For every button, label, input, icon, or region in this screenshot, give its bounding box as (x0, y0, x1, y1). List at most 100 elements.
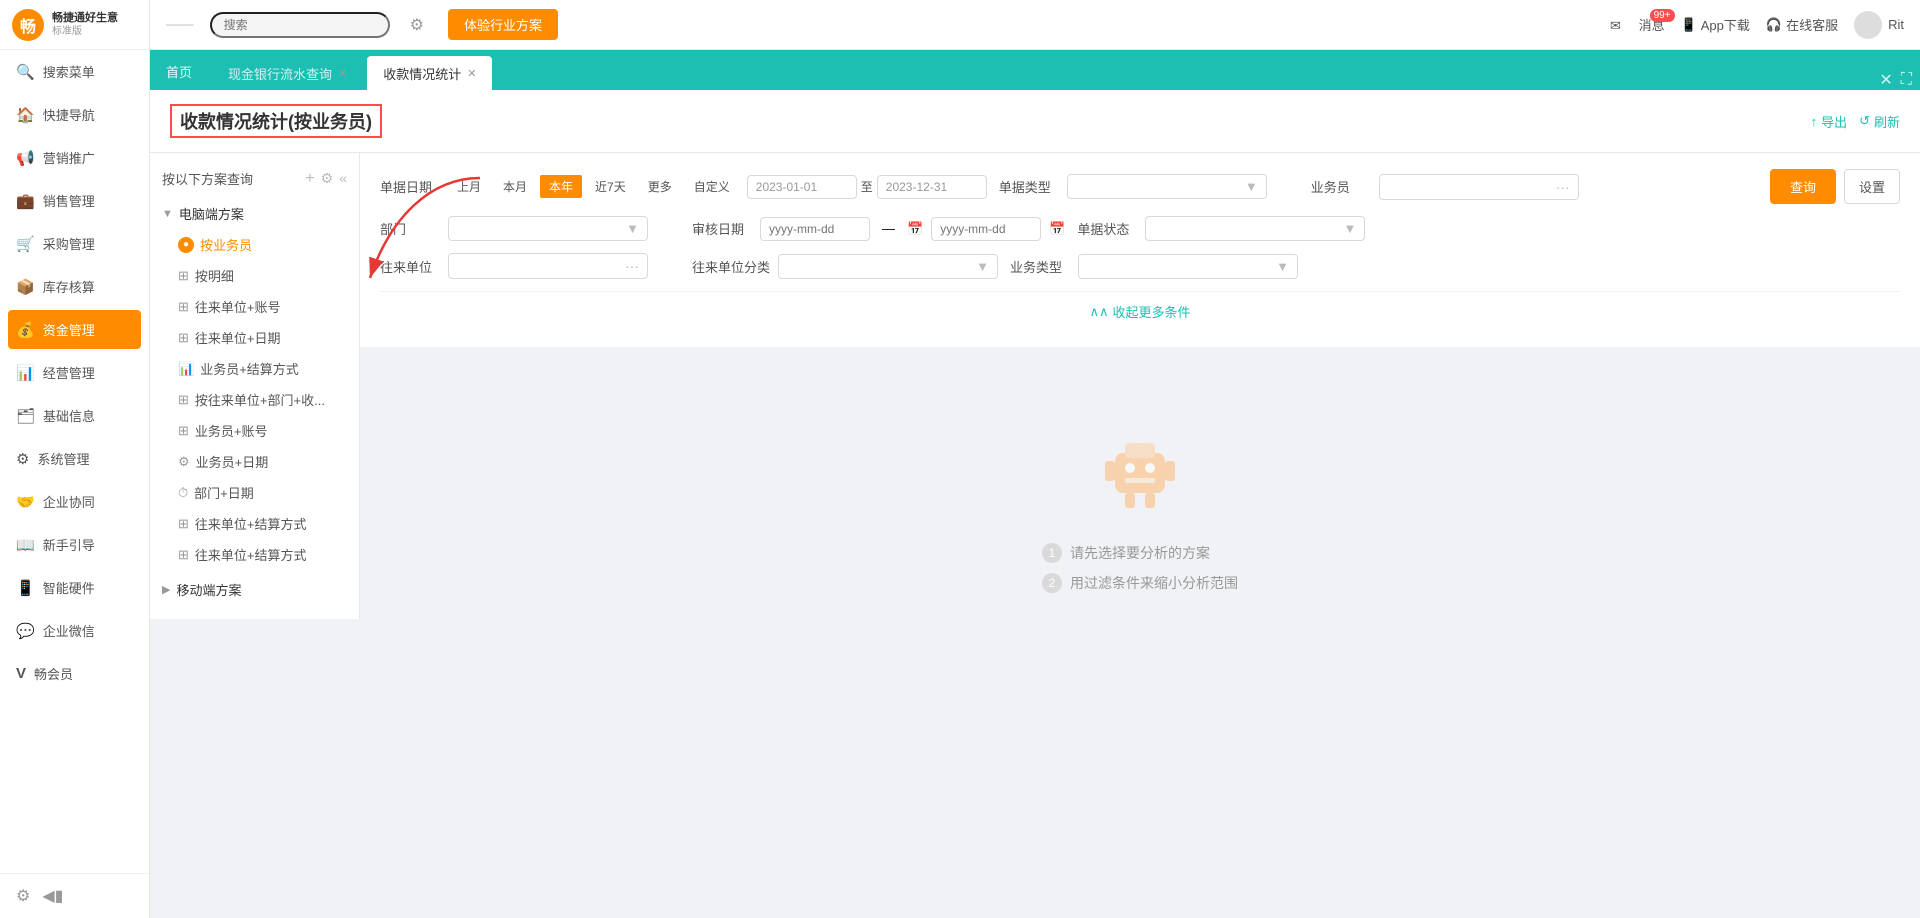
docstatus-label: 单据状态 (1077, 219, 1137, 238)
sidebar-label-funds: 资金管理 (43, 320, 95, 339)
tabs-bar-actions: ✕ ⛶ (1879, 70, 1920, 90)
sidebar-item-stock[interactable]: 📦 库存核算 (0, 265, 149, 308)
dept-select[interactable]: ▼ (448, 216, 648, 241)
tab-receipt[interactable]: 收款情况统计 ✕ (367, 56, 492, 90)
biztype-select[interactable]: ▼ (1078, 254, 1298, 279)
shortcut-more[interactable]: 更多 (639, 175, 681, 198)
setting-btn[interactable]: 设置 (1844, 169, 1900, 204)
tab-bank[interactable]: 现金银行流水查询 ✕ (212, 56, 363, 90)
desktop-section-title[interactable]: ▼ 电脑端方案 (150, 198, 359, 229)
sidebar-item-hardware[interactable]: 📱 智能硬件 (0, 566, 149, 609)
partner-type-arrow: ▼ (976, 259, 989, 274)
guide-icon: 📖 (16, 536, 35, 554)
online-service-btn[interactable]: 🎧 在线客服 (1766, 15, 1838, 34)
tab-bank-close[interactable]: ✕ (338, 67, 347, 80)
panel-item-partner-dept[interactable]: ⊞ 按往来单位+部门+收... (150, 384, 359, 415)
topbar-settings-icon[interactable]: ⚙ (410, 15, 424, 35)
panel-settings-icon[interactable]: ⚙ (321, 170, 334, 188)
panel-title: 按以下方案查询 (162, 169, 305, 188)
sidebar-item-wechat[interactable]: 💬 企业微信 (0, 609, 149, 652)
online-service-label: 在线客服 (1786, 15, 1838, 34)
empty-illustration (1090, 423, 1190, 523)
sidebar-item-basic[interactable]: 🗂 基础信息 (0, 394, 149, 437)
panel-item-salesperson-account[interactable]: ⊞ 业务员+账号 (150, 415, 359, 446)
review-date-separator: — (878, 221, 899, 236)
footer-collapse-icon[interactable]: ◀▮ (42, 886, 63, 906)
partner-type-label: 往来单位分类 (692, 257, 770, 276)
sidebar-item-sales[interactable]: 💼 销售管理 (0, 179, 149, 222)
tab-expand-btn[interactable]: ⛶ (1901, 71, 1912, 89)
salesperson-select[interactable]: ··· (1379, 174, 1579, 200)
sidebar-item-quicknav[interactable]: 🏠 快捷导航 (0, 93, 149, 136)
filter-docstatus-item: 单据状态 ▼ (1077, 216, 1377, 241)
trial-btn[interactable]: 体验行业方案 (448, 9, 558, 40)
shortcut-this-month[interactable]: 本月 (494, 175, 536, 198)
docstatus-select[interactable]: ▼ (1145, 216, 1365, 241)
panel-item-salesperson[interactable]: ● 按业务员 (150, 229, 359, 260)
review-date-cal-icon[interactable]: 📅 (907, 221, 923, 237)
sidebar-item-system[interactable]: ⚙ 系统管理 (0, 437, 149, 480)
sidebar-label-system: 系统管理 (37, 449, 89, 468)
sidebar-label-member: 畅会员 (34, 664, 73, 683)
panel-item-salesperson-date[interactable]: ⚙ 业务员+日期 (150, 446, 359, 477)
partner-select[interactable]: ··· (448, 253, 648, 279)
sidebar: 畅 畅捷通好生意 标准版 🔍 搜索菜单 🏠 快捷导航 📢 营销推广 💼 销售管理… (0, 0, 150, 918)
shortcut-custom[interactable]: 自定义 (685, 175, 739, 198)
section-arrow-icon: ▼ (162, 208, 173, 220)
shortcut-7days[interactable]: 近7天 (586, 175, 635, 198)
partner-dots[interactable]: ··· (625, 258, 639, 274)
page-title: 收款情况统计(按业务员) (170, 104, 382, 138)
empty-data-area: 1 请先选择要分析的方案 2 用过滤条件来缩小分析范围 (360, 347, 1920, 619)
sidebar-item-operation[interactable]: 📊 经营管理 (0, 351, 149, 394)
shortcut-prev-month[interactable]: 上月 (448, 175, 490, 198)
sidebar-item-purchase[interactable]: 🛒 采购管理 (0, 222, 149, 265)
panel-collapse-icon[interactable]: « (339, 170, 347, 188)
salesperson-dots[interactable]: ··· (1556, 179, 1570, 195)
panel-item-partner-method1[interactable]: ⊞ 往来单位+结算方式 (150, 508, 359, 539)
partner-type-select[interactable]: ▼ (778, 254, 998, 279)
app-download-btn[interactable]: 📱 App下载 (1681, 15, 1750, 34)
collapse-btn[interactable]: ∧∧ 收起更多条件 (1089, 302, 1190, 321)
query-btn[interactable]: 查询 (1770, 169, 1836, 204)
date-from-input[interactable] (747, 175, 857, 199)
search-input[interactable] (210, 12, 390, 38)
sidebar-item-funds[interactable]: 💰 资金管理 (8, 310, 141, 349)
message-btn[interactable]: ✉ 99+ 消息 (1610, 15, 1665, 34)
review-date-to-cal-icon[interactable]: 📅 (1049, 221, 1065, 237)
mobile-section-title[interactable]: ▶ 移动端方案 (150, 574, 359, 605)
sidebar-item-marketing[interactable]: 📢 营销推广 (0, 136, 149, 179)
left-panel: 按以下方案查询 + ⚙ « (150, 153, 360, 619)
review-date-to[interactable] (931, 217, 1041, 241)
export-btn[interactable]: ↑ 导出 (1811, 112, 1848, 131)
panel-item-partner-account[interactable]: ⊞ 往来单位+账号 (150, 291, 359, 322)
user-avatar[interactable]: Rit (1854, 11, 1904, 39)
sidebar-item-search[interactable]: 🔍 搜索菜单 (0, 50, 149, 93)
refresh-btn[interactable]: ↺ 刷新 (1859, 112, 1900, 131)
docstatus-arrow: ▼ (1344, 221, 1357, 236)
reviewdate-label: 审核日期 (692, 219, 752, 238)
sidebar-item-guide[interactable]: 📖 新手引导 (0, 523, 149, 566)
tab-home[interactable]: 首页 (150, 56, 208, 90)
tab-close-all-btn[interactable]: ✕ (1879, 70, 1892, 90)
panel-item-dept-date[interactable]: ⏱ 部门+日期 (150, 477, 359, 508)
dept-date-icon: ⏱ (178, 485, 188, 501)
panel-item-partner-method2[interactable]: ⊞ 往来单位+结算方式 (150, 539, 359, 570)
dept-label: 部门 (380, 219, 440, 238)
panel-item-partner-date[interactable]: ⊞ 往来单位+日期 (150, 322, 359, 353)
panel-item-salesperson-method[interactable]: 📊 业务员+结算方式 (150, 353, 359, 384)
sidebar-item-enterprise[interactable]: 🤝 企业协同 (0, 480, 149, 523)
review-date-from[interactable] (760, 217, 870, 241)
doctype-select[interactable]: ▼ (1067, 174, 1267, 199)
panel-item-detail[interactable]: ⊞ 按明细 (150, 260, 359, 291)
tab-receipt-close[interactable]: ✕ (467, 67, 476, 80)
filter-biztype-item: 业务类型 ▼ (1010, 254, 1310, 279)
date-to-input[interactable] (877, 175, 987, 199)
panel-add-icon[interactable]: + (305, 170, 314, 188)
salesperson-date-icon: ⚙ (178, 454, 190, 470)
step-2-num: 2 (1042, 573, 1062, 593)
biztype-arrow: ▼ (1276, 259, 1289, 274)
partner-type-value (787, 259, 791, 274)
shortcut-this-year[interactable]: 本年 (540, 175, 582, 198)
footer-settings-icon[interactable]: ⚙ (16, 886, 30, 906)
sidebar-item-member[interactable]: V 畅会员 (0, 652, 149, 695)
